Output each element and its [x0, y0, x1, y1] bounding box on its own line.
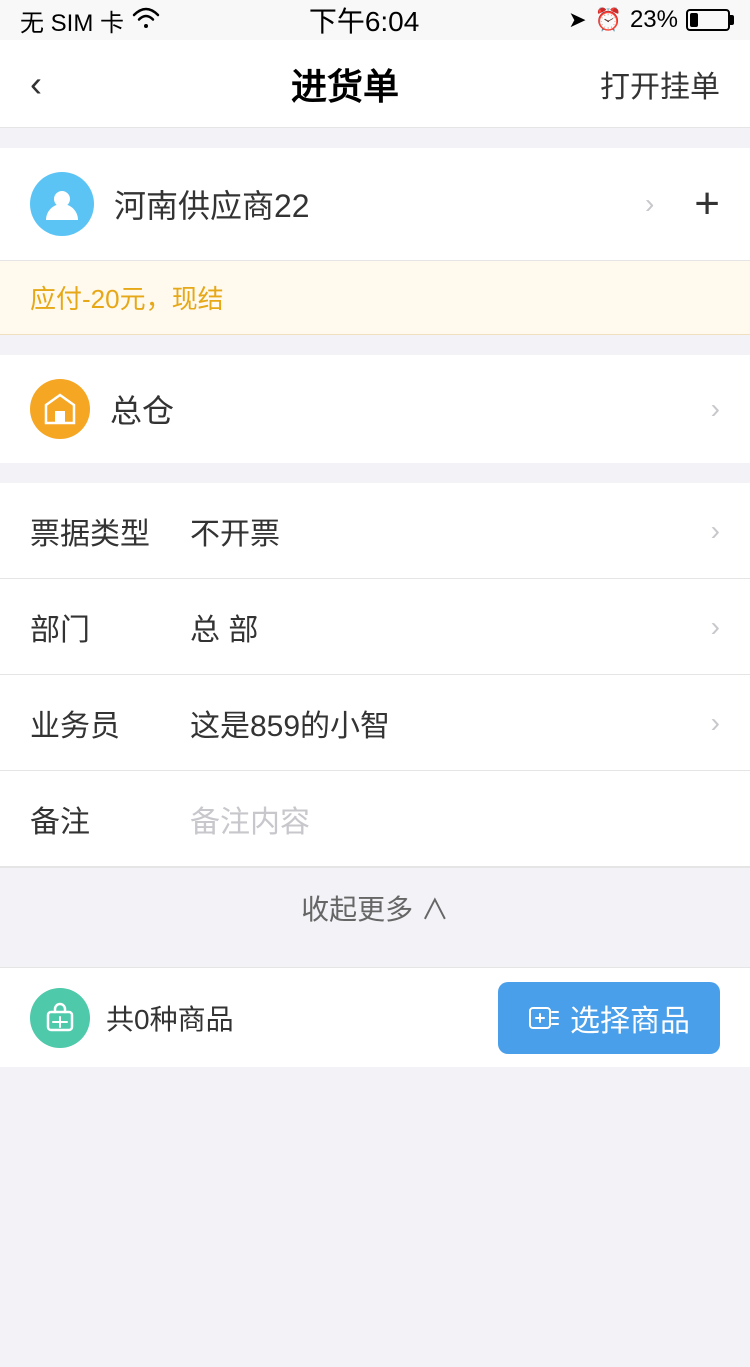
middle-divider-2 — [0, 463, 750, 483]
location-icon: ➤ — [568, 7, 586, 33]
warehouse-section[interactable]: 总仓 › — [0, 355, 750, 463]
status-right: ➤ ⏰ 23% — [568, 6, 730, 34]
page-background — [0, 1067, 750, 1367]
invoice-type-chevron-icon: › — [711, 515, 720, 547]
remark-label: 备注 — [30, 797, 170, 841]
top-divider — [0, 128, 750, 148]
department-value: 总 部 — [170, 605, 711, 649]
supplier-avatar — [30, 172, 94, 236]
battery-icon — [686, 9, 730, 31]
warehouse-name: 总仓 — [110, 386, 711, 432]
wifi-icon — [132, 6, 160, 35]
warehouse-chevron-icon: › — [711, 393, 720, 425]
invoice-type-value: 不开票 — [170, 509, 711, 553]
invoice-type-label: 票据类型 — [30, 509, 170, 553]
select-product-label: 选择商品 — [570, 996, 690, 1040]
nav-bar: ‹ 进货单 打开挂单 — [0, 40, 750, 128]
warehouse-icon — [30, 379, 90, 439]
alarm-icon: ⏰ — [595, 7, 622, 33]
open-pending-button[interactable]: 打开挂单 — [600, 62, 720, 106]
notice-bar: 应付-20元，现结 — [0, 261, 750, 335]
select-product-icon — [528, 1002, 560, 1034]
supplier-name: 河南供应商22 — [114, 181, 645, 227]
back-button[interactable]: ‹ — [30, 63, 90, 105]
supplier-chevron-icon: › — [645, 188, 654, 220]
product-count-label: 共0种商品 — [106, 998, 234, 1038]
supplier-section: 河南供应商22 › + 应付-20元，现结 — [0, 148, 750, 335]
invoice-type-row[interactable]: 票据类型 不开票 › — [0, 483, 750, 579]
product-count-area: 共0种商品 — [30, 988, 234, 1048]
carrier-label: 无 SIM 卡 — [20, 3, 124, 38]
salesman-row[interactable]: 业务员 这是859的小智 › — [0, 675, 750, 771]
product-bag-icon — [30, 988, 90, 1048]
battery-percent: 23% — [630, 6, 678, 34]
form-section: 票据类型 不开票 › 部门 总 部 › 业务员 这是859的小智 › 备注 备注… — [0, 483, 750, 867]
time-label: 下午6:04 — [309, 0, 420, 40]
bottom-bar: 共0种商品 选择商品 — [0, 967, 750, 1067]
warehouse-row[interactable]: 总仓 › — [0, 355, 750, 463]
middle-divider-1 — [0, 335, 750, 355]
salesman-chevron-icon: › — [711, 707, 720, 739]
department-row[interactable]: 部门 总 部 › — [0, 579, 750, 675]
salesman-value: 这是859的小智 — [170, 701, 711, 745]
status-bar: 无 SIM 卡 下午6:04 ➤ ⏰ 23% — [0, 0, 750, 40]
remark-placeholder: 备注内容 — [170, 797, 720, 841]
department-chevron-icon: › — [711, 611, 720, 643]
remark-row[interactable]: 备注 备注内容 — [0, 771, 750, 867]
add-supplier-button[interactable]: + — [694, 179, 720, 229]
page-title: 进货单 — [291, 58, 399, 110]
bottom-divider — [0, 947, 750, 967]
supplier-row[interactable]: 河南供应商22 › + — [0, 148, 750, 261]
collapse-button[interactable]: 收起更多 ∧ — [0, 867, 750, 947]
department-label: 部门 — [30, 605, 170, 649]
select-product-button[interactable]: 选择商品 — [498, 982, 720, 1054]
salesman-label: 业务员 — [30, 701, 170, 745]
status-left: 无 SIM 卡 — [20, 3, 160, 38]
